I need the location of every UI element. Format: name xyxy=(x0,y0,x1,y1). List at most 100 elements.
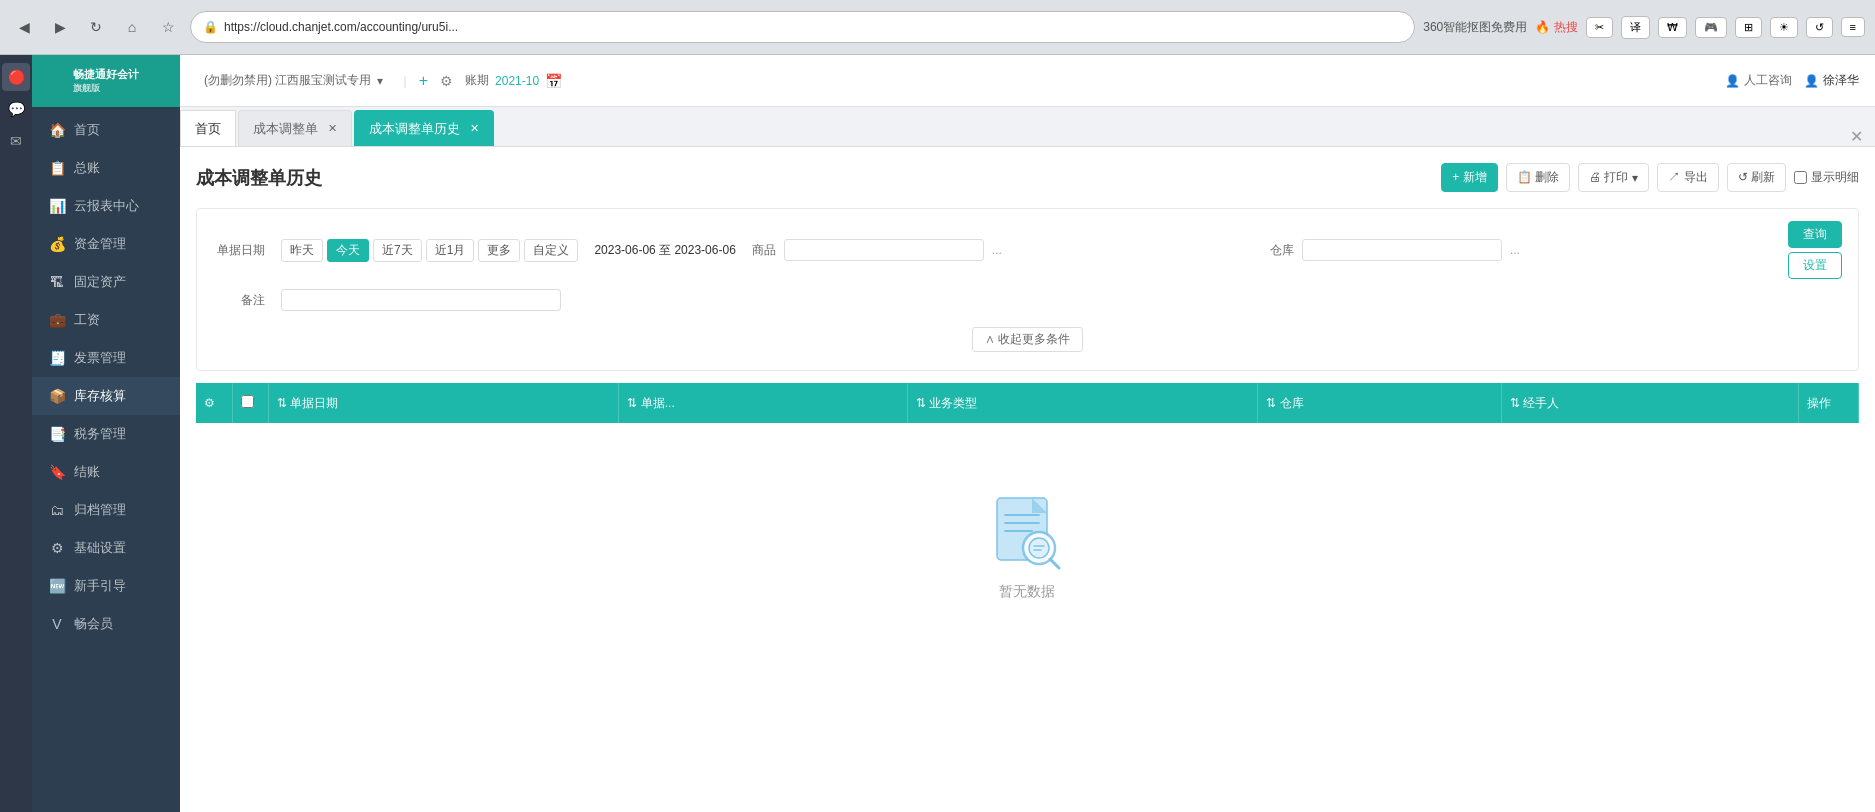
grid-tool[interactable]: ⊞ xyxy=(1735,17,1762,38)
sidebar-item-member[interactable]: V畅会员 xyxy=(32,605,180,643)
export-btn[interactable]: ↗ 导出 xyxy=(1657,163,1718,192)
tab-cost-history-close[interactable]: ✕ xyxy=(470,122,479,135)
show-col-checkbox[interactable] xyxy=(1794,171,1807,184)
tab-home[interactable]: 首页 xyxy=(180,110,236,146)
warehouse-input[interactable] xyxy=(1302,239,1502,261)
address-bar[interactable]: 🔒 https://cloud.chanjet.com/accounting/u… xyxy=(190,11,1415,43)
close-all-tabs[interactable]: ✕ xyxy=(1850,127,1863,146)
user-info[interactable]: 👤 徐泽华 xyxy=(1804,72,1859,89)
sidebar-item-ledger[interactable]: 📋总账 xyxy=(32,149,180,187)
menu-tool[interactable]: ≡ xyxy=(1841,17,1865,37)
tab-cost-history[interactable]: 成本调整单历史 ✕ xyxy=(354,110,494,146)
sidebar-item-invoice[interactable]: 🧾发票管理 xyxy=(32,339,180,377)
refresh-button[interactable]: ↻ xyxy=(82,13,110,41)
tab-cost-adjust-label: 成本调整单 xyxy=(253,120,318,138)
date-quick-btn-0[interactable]: 昨天 xyxy=(281,239,323,262)
date-quick-group: 昨天今天近7天近1月更多自定义 xyxy=(281,239,578,262)
sidebar-item-home[interactable]: 🏠首页 xyxy=(32,111,180,149)
date-quick-btn-4[interactable]: 更多 xyxy=(478,239,520,262)
sidebar-item-settle[interactable]: 🔖结账 xyxy=(32,453,180,491)
print-btn[interactable]: 🖨 打印 ▾ xyxy=(1578,163,1649,192)
sidebar-item-guide[interactable]: 🆕新手引导 xyxy=(32,567,180,605)
back-button[interactable]: ◀ xyxy=(10,13,38,41)
date-quick-btn-2[interactable]: 近7天 xyxy=(373,239,422,262)
sidebar-item-tax[interactable]: 📑税务管理 xyxy=(32,415,180,453)
th-date[interactable]: ⇅ 单据日期 xyxy=(268,383,619,423)
service-btn[interactable]: 👤 人工咨询 xyxy=(1725,72,1792,89)
th-settings[interactable]: ⚙ xyxy=(196,383,232,423)
star-button[interactable]: ☆ xyxy=(154,13,182,41)
show-col-toggle[interactable]: 显示明细 xyxy=(1794,169,1859,186)
table-body: 暂无数据 xyxy=(196,423,1859,661)
svg-point-6 xyxy=(1029,538,1049,558)
sidebar-label-settle: 结账 xyxy=(74,463,100,481)
scissors-tool[interactable]: ✂ xyxy=(1586,17,1613,38)
sidebar-label-tax: 税务管理 xyxy=(74,425,126,443)
warehouse-dots[interactable]: ... xyxy=(1510,243,1520,257)
tab-cost-adjust[interactable]: 成本调整单 ✕ xyxy=(238,110,352,146)
game-tool[interactable]: 🎮 xyxy=(1695,17,1727,38)
user-name-text: 徐泽华 xyxy=(1823,72,1859,89)
empty-cell: 暂无数据 xyxy=(196,423,1859,661)
sidebar-icon-home: 🏠 xyxy=(48,122,66,138)
new-btn[interactable]: + 新增 xyxy=(1441,163,1497,192)
wallet-tool[interactable]: ₩ xyxy=(1658,17,1687,38)
filter-settings-btn[interactable]: 设置 xyxy=(1788,252,1842,279)
sidebar-label-inventory: 库存核算 xyxy=(74,387,126,405)
delete-btn[interactable]: 📋 删除 xyxy=(1506,163,1570,192)
tab-cost-adjust-close[interactable]: ✕ xyxy=(328,122,337,135)
add-btn[interactable]: + xyxy=(419,72,428,90)
collapse-btn[interactable]: ∧ 收起更多条件 xyxy=(972,327,1083,352)
refresh-btn[interactable]: ↺ 刷新 xyxy=(1727,163,1786,192)
icon-bar-chat[interactable]: 💬 xyxy=(2,95,30,123)
topbar-settings-icon[interactable]: ⚙ xyxy=(440,73,453,89)
th-operator-label: ⇅ 经手人 xyxy=(1510,395,1559,412)
product-dots[interactable]: ... xyxy=(992,243,1002,257)
empty-row: 暂无数据 xyxy=(196,423,1859,661)
search-hint: 360智能抠图免费用 xyxy=(1423,19,1527,36)
sidebar-item-salary[interactable]: 💼工资 xyxy=(32,301,180,339)
forward-button[interactable]: ▶ xyxy=(46,13,74,41)
warehouse-label: 仓库 xyxy=(1270,242,1294,259)
sidebar-logo: 畅捷通好会计 旗舰版 xyxy=(32,55,180,107)
theme-tool[interactable]: ☀ xyxy=(1770,17,1798,38)
top-bar-right: 👤 人工咨询 👤 徐泽华 xyxy=(1725,72,1859,89)
sidebar-item-funds[interactable]: 💰资金管理 xyxy=(32,225,180,263)
date-quick-btn-5[interactable]: 自定义 xyxy=(524,239,578,262)
th-checkbox[interactable] xyxy=(232,383,268,423)
th-operator[interactable]: ⇅ 经手人 xyxy=(1501,383,1798,423)
sidebar-item-settings[interactable]: ⚙基础设置 xyxy=(32,529,180,567)
tab-home-label: 首页 xyxy=(195,120,221,138)
date-quick-btn-1[interactable]: 今天 xyxy=(327,239,369,262)
sidebar-item-archive[interactable]: 🗂归档管理 xyxy=(32,491,180,529)
date-quick-btn-3[interactable]: 近1月 xyxy=(426,239,475,262)
th-biztype[interactable]: ⇅ 业务类型 xyxy=(907,383,1258,423)
remark-input[interactable] xyxy=(281,289,561,311)
th-number[interactable]: ⇅ 单据... xyxy=(619,383,907,423)
translate-tool[interactable]: 译 xyxy=(1621,16,1650,39)
sidebar-item-inventory[interactable]: 📦库存核算 xyxy=(32,377,180,415)
sidebar-label-member: 畅会员 xyxy=(74,615,113,633)
sidebar-item-fixed[interactable]: 🏗固定资产 xyxy=(32,263,180,301)
history-tool[interactable]: ↺ xyxy=(1806,17,1833,38)
query-btn[interactable]: 查询 xyxy=(1788,221,1842,248)
sidebar-label-guide: 新手引导 xyxy=(74,577,126,595)
calendar-icon[interactable]: 📅 xyxy=(545,73,562,89)
th-warehouse[interactable]: ⇅ 仓库 xyxy=(1258,383,1501,423)
icon-bar-weibo[interactable]: 🔴 xyxy=(2,63,30,91)
product-input[interactable] xyxy=(784,239,984,261)
sidebar-item-reports[interactable]: 📊云报表中心 xyxy=(32,187,180,225)
sidebar-icon-funds: 💰 xyxy=(48,236,66,252)
top-divider: | xyxy=(403,73,406,88)
date-filter-label: 单据日期 xyxy=(213,242,265,259)
select-all-checkbox[interactable] xyxy=(241,395,254,408)
table-header-row: ⚙ ⇅ 单据日期 ⇅ 单据... xyxy=(196,383,1859,423)
filter-row-1: 单据日期 昨天今天近7天近1月更多自定义 2023-06-06 至 2023-0… xyxy=(213,221,1842,279)
logo-sub: 旗舰版 xyxy=(73,82,139,95)
period-value: 2021-10 xyxy=(495,74,539,88)
home-button[interactable]: ⌂ xyxy=(118,13,146,41)
company-selector[interactable]: (勿删勿禁用) 江西服宝测试专用 ▾ xyxy=(196,68,391,93)
icon-bar-envelope[interactable]: ✉ xyxy=(2,127,30,155)
th-date-label: ⇅ 单据日期 xyxy=(277,395,338,412)
th-biztype-label: ⇅ 业务类型 xyxy=(916,395,977,412)
